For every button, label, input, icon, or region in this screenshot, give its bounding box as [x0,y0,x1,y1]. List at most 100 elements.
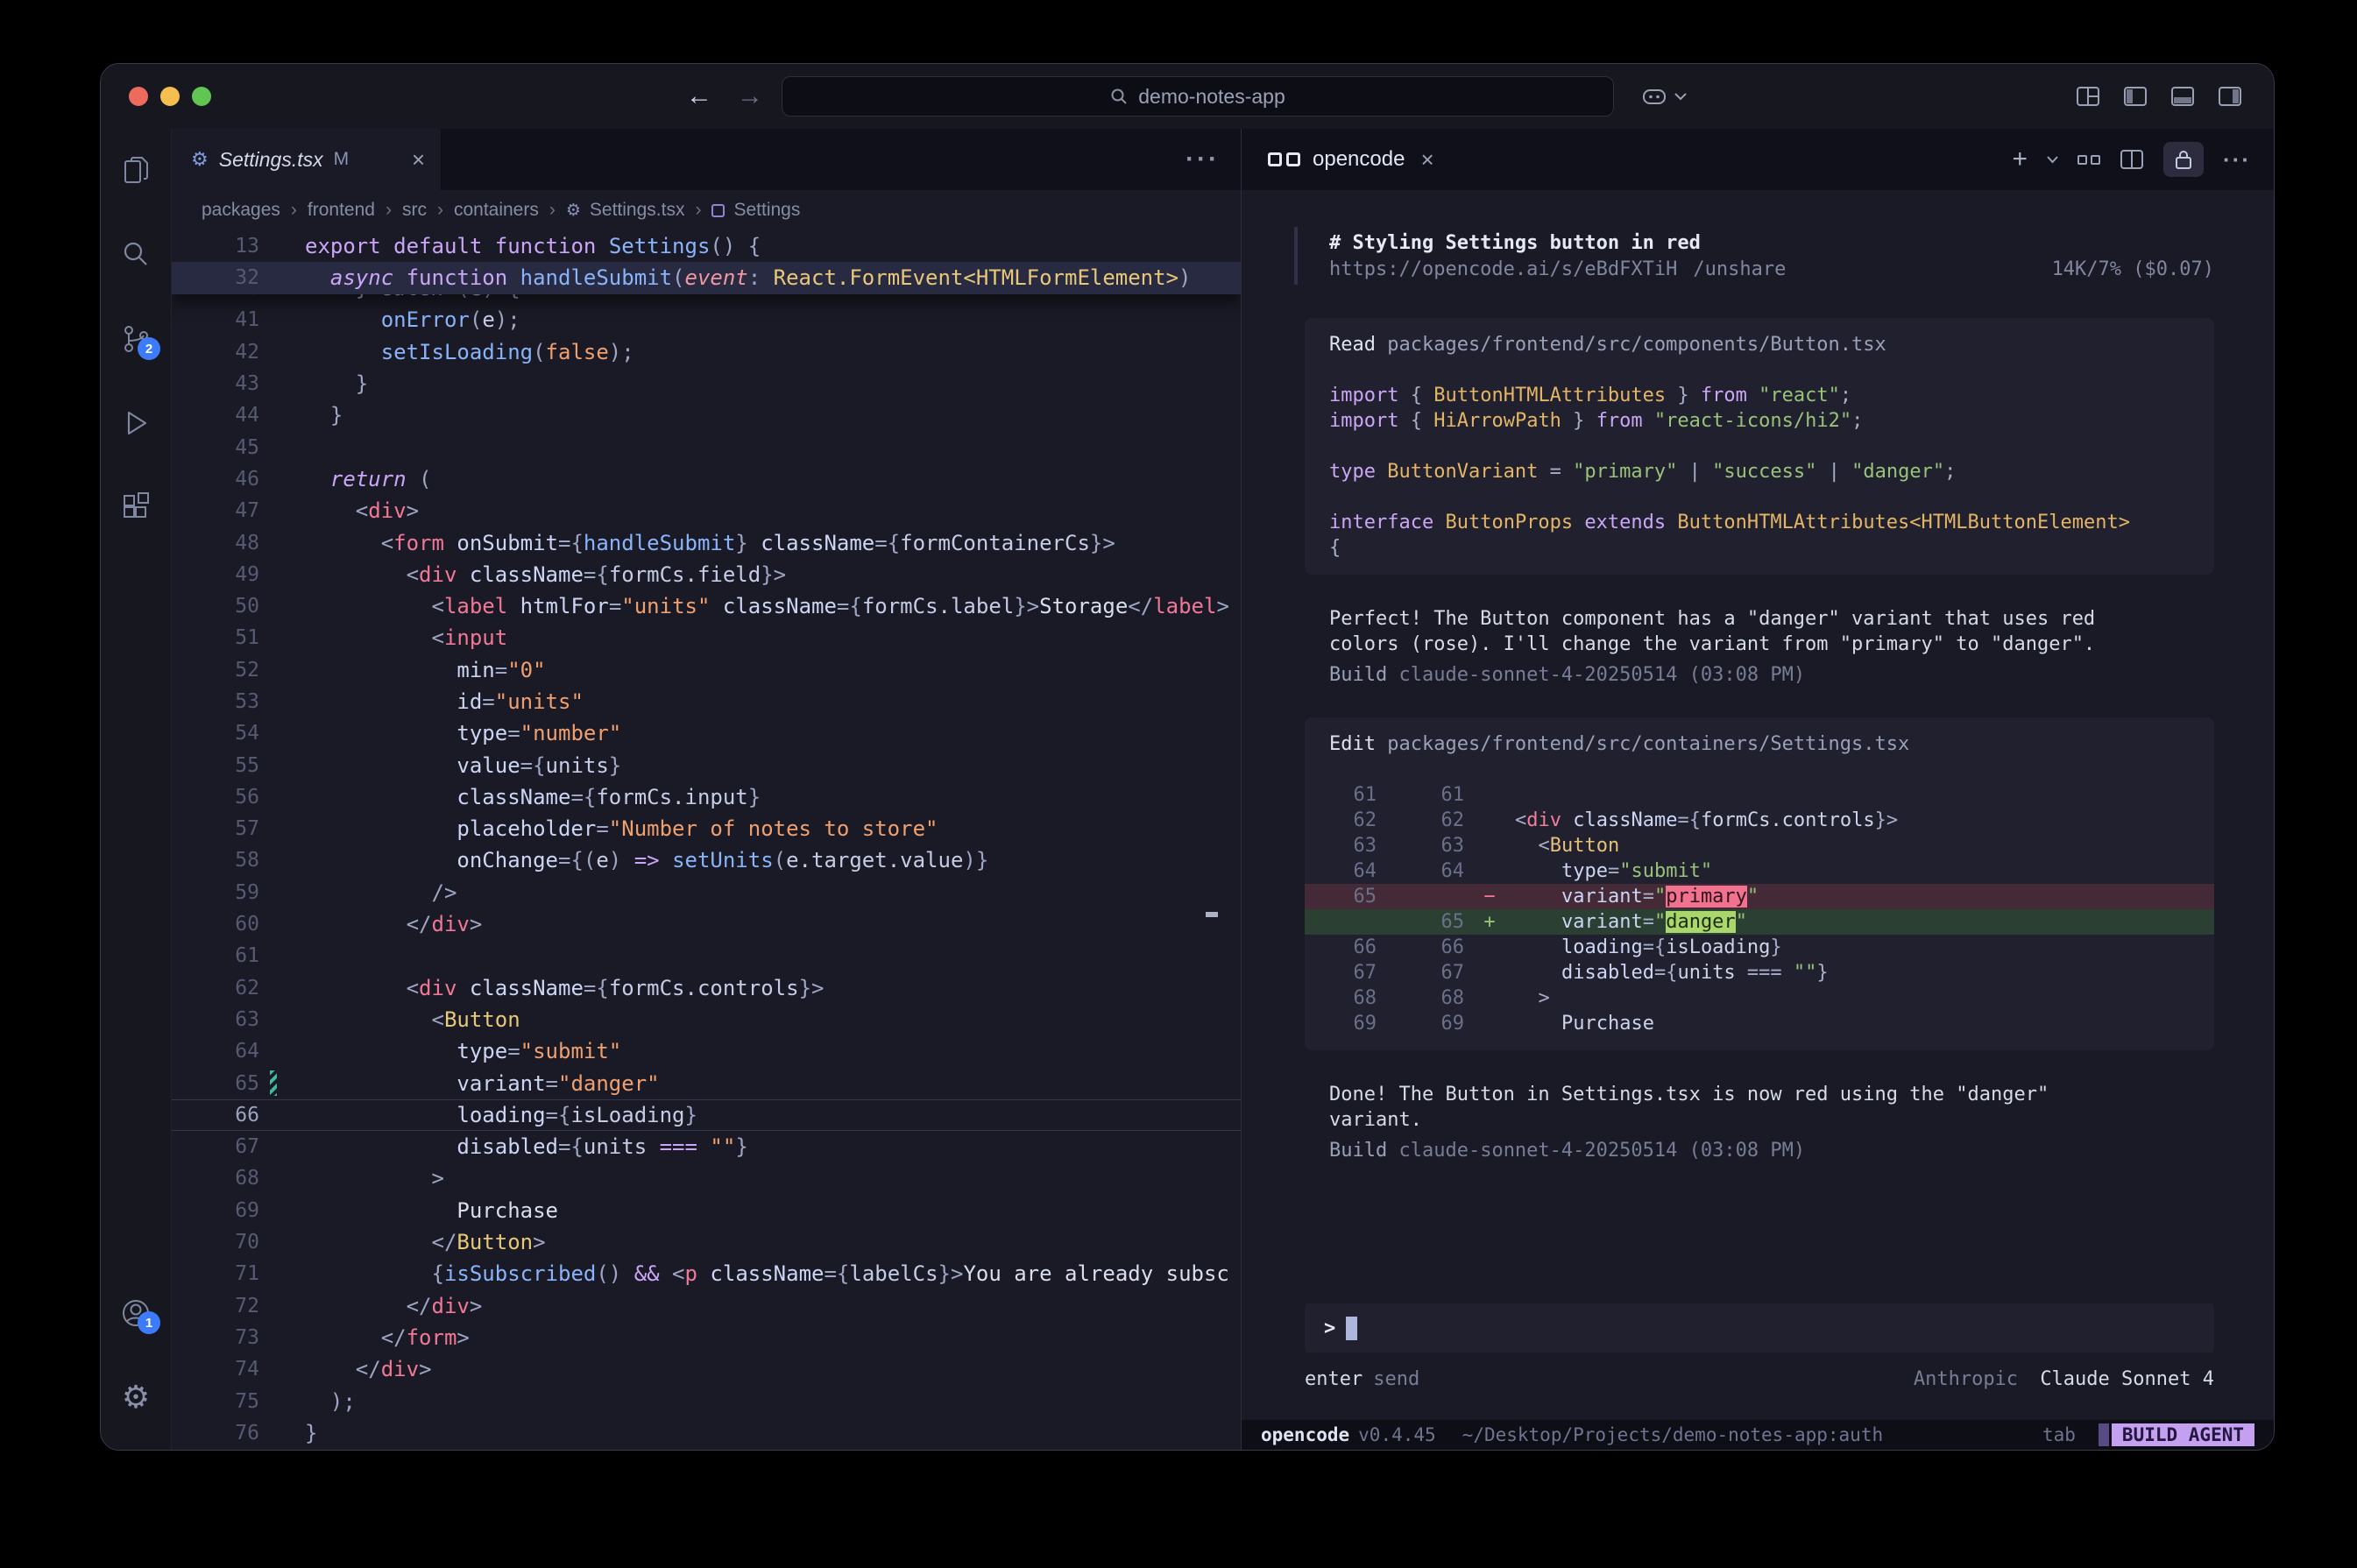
code-line: 32 async function handleSubmit(event: Re… [172,262,1241,293]
line-number: 43 [172,372,305,395]
line-number: 42 [172,341,305,364]
explorer-icon[interactable] [101,148,171,194]
forward-icon[interactable]: → [737,81,763,111]
editor-more-actions-icon[interactable]: ··· [1186,145,1220,174]
panel-tab-label[interactable]: opencode [1313,147,1405,172]
line-number: 47 [172,499,305,522]
code-text: ); [305,1389,356,1414]
line-number: 45 [172,436,305,459]
source-control-icon[interactable]: 2 [101,316,171,362]
project-path: ~/Desktop/Projects/demo-notes-app:auth [1462,1424,1883,1445]
breadcrumb-item[interactable]: frontend [308,200,375,221]
back-icon[interactable]: ← [686,81,712,111]
diff-new-line-number: 67 [1377,960,1464,985]
code-line: 70 </Button> [172,1226,1241,1258]
diff-old-line-number: 69 [1305,1011,1377,1036]
token-usage: 14K/7% ($0.07) [2052,257,2214,283]
code-line: interface ButtonProps extends ButtonHTML… [1329,510,2190,535]
code-text: {isSubscribed() && <p className={labelCs… [305,1261,1229,1286]
diff-old-line-number: 66 [1305,935,1377,960]
split-terminal-icon[interactable] [2120,149,2144,170]
code-text: <div className={formCs.field}> [305,562,786,587]
code-text: } [305,371,368,396]
window-controls[interactable] [129,64,211,129]
accounts-icon[interactable]: 1 [101,1290,171,1336]
terminal-dropdown-chevron-icon[interactable] [2047,156,2058,164]
line-number: 50 [172,595,305,618]
line-number: 66 [172,1104,305,1127]
code-line: 47 <div> [172,495,1241,526]
code-text: export default function Settings() { [305,234,761,258]
search-sidebar-icon[interactable] [101,232,171,278]
code-line: type ButtonVariant = "primary" | "succes… [1329,459,2190,484]
code-line: 49 <div className={formCs.field}> [172,559,1241,590]
panel-close-icon[interactable]: × [1420,146,1433,173]
toggle-sidebar-left-icon[interactable] [2123,86,2148,107]
diff-code: variant="primary" [1515,884,1759,909]
vscode-window: ← → demo-notes-app [100,63,2275,1451]
zoom-button[interactable] [192,87,211,106]
breadcrumb-separator: › [548,200,557,221]
tool-path: packages/frontend/src/containers/Setting… [1387,733,1909,755]
assistant-message: Perfect! The Button component has a "dan… [1305,606,2214,657]
settings-gear-icon[interactable]: ⚙ [101,1374,171,1420]
chat-input[interactable]: > [1305,1303,2214,1353]
line-number: 65 [172,1072,305,1095]
command-center-search[interactable]: demo-notes-app [782,76,1614,117]
line-number: 70 [172,1231,305,1254]
agent-badge-label: BUILD AGENT [2112,1423,2254,1446]
tab-close-icon[interactable]: × [412,146,425,173]
code-text: variant="danger" [305,1071,660,1096]
diff-new-line-number: 69 [1377,1011,1464,1036]
breadcrumb-item[interactable]: Settings.tsx [590,200,685,221]
lock-terminal-icon[interactable] [2163,142,2204,177]
extensions-icon[interactable] [101,484,171,530]
code-line: 44 } [172,399,1241,431]
opencode-tab-icon[interactable] [2077,155,2100,165]
customize-layout-icon[interactable] [2076,86,2100,107]
tool-path: packages/frontend/src/components/Button.… [1387,334,1886,356]
settings-file-icon: ⚙ [191,149,209,171]
share-url: https://opencode.ai/s/eBdFXTiH [1329,257,1677,283]
opencode-logo-icon [1268,152,1300,166]
input-hints: enter send Anthropic Claude Sonnet 4 [1305,1367,2214,1392]
model-name: Claude Sonnet 4 [2040,1368,2214,1390]
close-button[interactable] [129,87,148,106]
text-cursor [1346,1317,1357,1340]
code-text: disabled={units === ""} [305,1134,748,1159]
diff-row: 6464 type="submit" [1305,858,2214,884]
breadcrumb[interactable]: packages›frontend›src›containers›⚙Settin… [172,190,1241,230]
line-number: 69 [172,1199,305,1222]
breadcrumb-item[interactable]: containers [454,200,539,221]
panel-more-actions-icon[interactable]: ··· [2223,146,2251,173]
run-debug-icon[interactable] [101,400,171,446]
search-icon [1110,88,1128,105]
screen: ← → demo-notes-app [0,0,2357,1568]
line-number: 71 [172,1262,305,1285]
code-line: 48 <form onSubmit={handleSubmit} classNa… [172,526,1241,558]
copilot-menu-button[interactable] [1641,64,1687,129]
diff-sign: − [1464,884,1515,909]
minimize-button[interactable] [160,87,180,106]
text-line: Perfect! The Button component has a "dan… [1329,606,2214,632]
toggle-panel-bottom-icon[interactable] [2170,86,2195,107]
opencode-terminal[interactable]: # Styling Settings button in red https:/… [1242,190,2274,1420]
breadcrumb-item[interactable]: Settings [733,200,800,221]
new-terminal-icon[interactable]: + [2012,145,2028,174]
toggle-sidebar-right-icon[interactable] [2218,86,2242,107]
symbol-icon [711,204,725,217]
diff-new-line-number: 62 [1377,808,1464,833]
code-line: 41 onError(e); [172,304,1241,335]
opencode-panel: opencode × + ··· [1241,129,2274,1450]
code-text: </div> [305,1357,432,1381]
code-line: 67 disabled={units === ""} [172,1131,1241,1162]
tab-settings-tsx[interactable]: ⚙ Settings.tsx M × [172,129,442,190]
code-line: 60 </div> [172,908,1241,940]
code-editor[interactable]: 40 } catch (e) {41 onError(e);42 setIsLo… [172,230,1241,1450]
breadcrumb-item[interactable]: src [402,200,427,221]
diff-old-line-number: 63 [1305,833,1377,858]
breadcrumb-item[interactable]: packages [202,200,280,221]
activity-bar: 2 1 ⚙ [101,129,172,1450]
diff-old-line-number: 67 [1305,960,1377,985]
code-line: 58 onChange={(e) => setUnits(e.target.va… [172,844,1241,876]
